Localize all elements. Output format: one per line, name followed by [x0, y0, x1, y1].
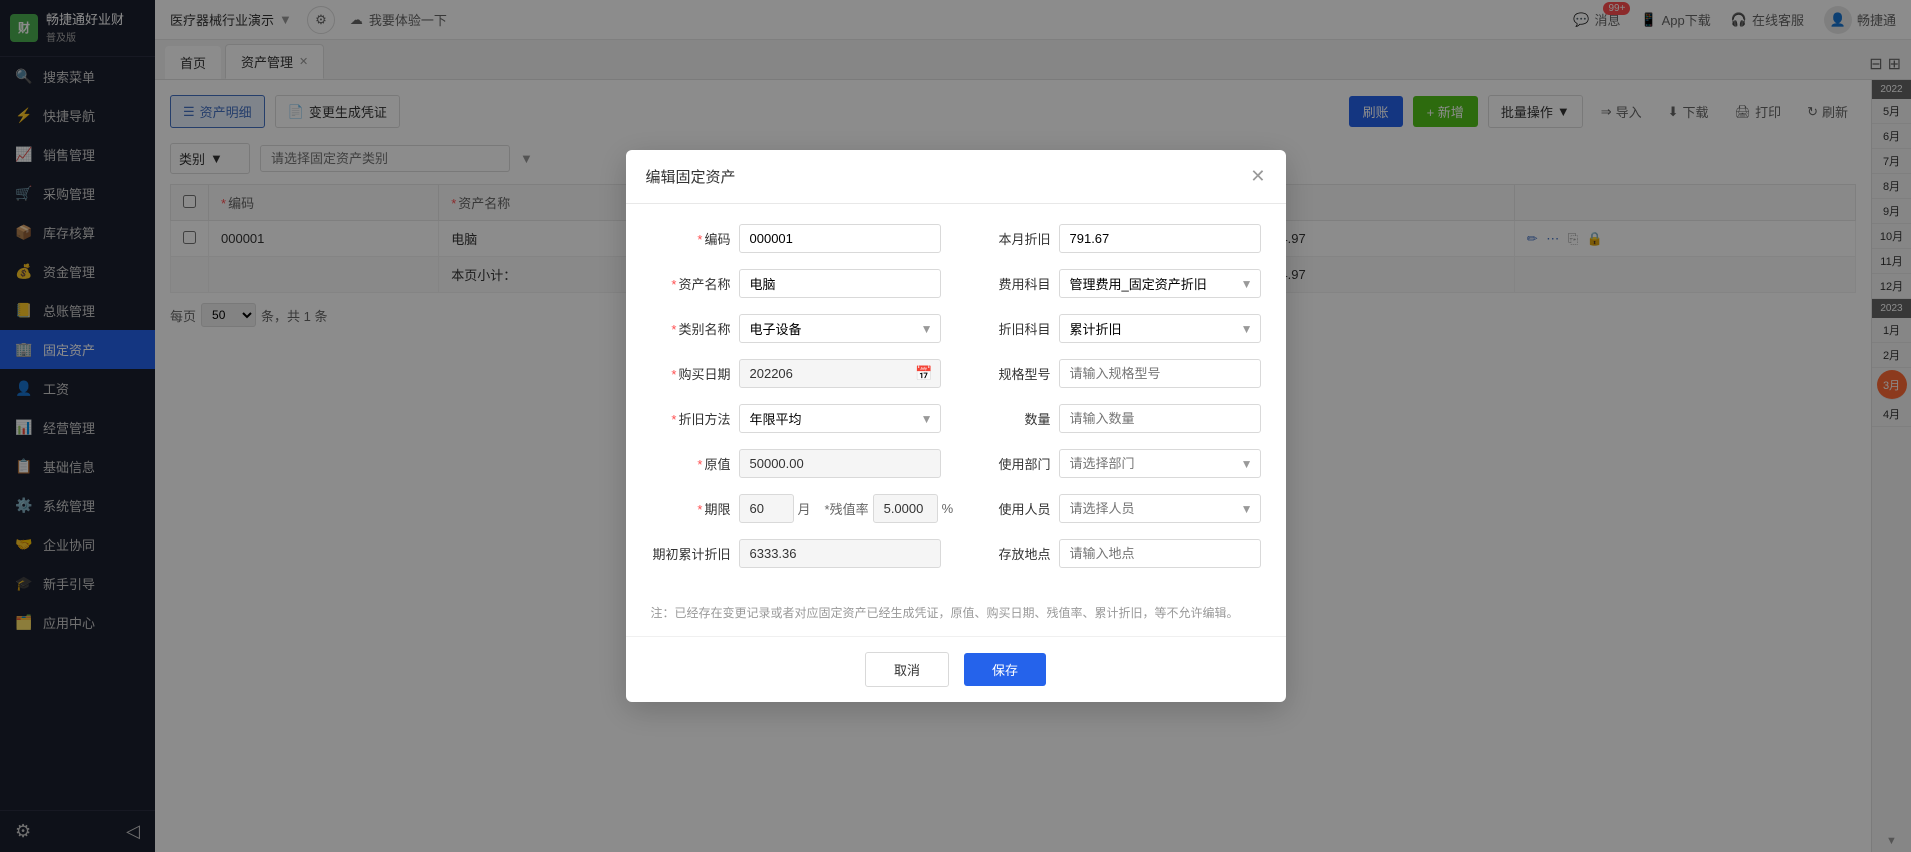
- form-row-name: *资产名称: [651, 269, 941, 298]
- date-input-wrap: 📅: [739, 359, 941, 388]
- dept-select[interactable]: [1059, 449, 1261, 478]
- form-row-person: 使用人员 ▼: [971, 494, 1261, 523]
- modal-body: *编码 *资产名称 *类别名称: [626, 204, 1286, 604]
- form-col-left: *编码 *资产名称 *类别名称: [651, 224, 941, 584]
- form-row-dept: 使用部门 ▼: [971, 449, 1261, 478]
- dept-select-wrap: ▼: [1059, 449, 1261, 478]
- form-col-right: 本月折旧 费用科目 ▼: [971, 224, 1261, 584]
- dep-subject-label: 折旧科目: [971, 319, 1051, 338]
- form-row-location: 存放地点: [971, 539, 1261, 568]
- period-unit: 月: [798, 499, 811, 518]
- form-row-purchase-date: *购买日期 📅: [651, 359, 941, 388]
- initial-dep-input[interactable]: [739, 539, 941, 568]
- modal-note: 注：已经存在变更记录或者对应固定资产已经生成凭证，原值、购买日期、残值率、累计折…: [626, 604, 1286, 636]
- code-label: *编码: [651, 229, 731, 248]
- form-row-dep-subject: 折旧科目 ▼: [971, 314, 1261, 343]
- spec-label: 规格型号: [971, 364, 1051, 383]
- save-button[interactable]: 保存: [964, 653, 1046, 686]
- location-input[interactable]: [1059, 539, 1261, 568]
- dep-subject-select[interactable]: [1059, 314, 1261, 343]
- code-input[interactable]: [739, 224, 941, 253]
- form-row-expense-subject: 费用科目 ▼: [971, 269, 1261, 298]
- quantity-label: 数量: [971, 409, 1051, 428]
- person-label: 使用人员: [971, 499, 1051, 518]
- dep-method-select-wrap: ▼: [739, 404, 941, 433]
- person-select[interactable]: [1059, 494, 1261, 523]
- monthly-dep-label: 本月折旧: [971, 229, 1051, 248]
- form-row-spec: 规格型号: [971, 359, 1261, 388]
- modal-title: 编辑固定资产: [646, 166, 736, 187]
- calendar-icon: 📅: [915, 365, 932, 382]
- original-value-input[interactable]: [739, 449, 941, 478]
- period-input[interactable]: [739, 494, 794, 523]
- modal-overlay: 编辑固定资产 ✕ *编码 *资产名称: [0, 0, 1911, 852]
- cancel-button[interactable]: 取消: [865, 652, 949, 687]
- modal-close-button[interactable]: ✕: [1250, 166, 1265, 187]
- purchase-date-label: *购买日期: [651, 364, 731, 383]
- category-select-wrap: ▼: [739, 314, 941, 343]
- residual-rate-input[interactable]: [873, 494, 938, 523]
- spec-input[interactable]: [1059, 359, 1261, 388]
- dep-method-select[interactable]: [739, 404, 941, 433]
- initial-dep-label: 期初累计折旧: [651, 544, 731, 563]
- expense-subject-select[interactable]: [1059, 269, 1261, 298]
- form-row-quantity: 数量: [971, 404, 1261, 433]
- residual-rate-label: *残值率: [825, 499, 869, 518]
- name-label: *资产名称: [651, 274, 731, 293]
- note-text: 注：已经存在变更记录或者对应固定资产已经生成凭证，原值、购买日期、残值率、累计折…: [651, 606, 1239, 620]
- period-group: 月 *残值率 %: [739, 494, 941, 523]
- form-row-code: *编码: [651, 224, 941, 253]
- dep-subject-wrap: ▼: [1059, 314, 1261, 343]
- category-select[interactable]: [739, 314, 941, 343]
- form-row-period: *期限 月 *残值率 %: [651, 494, 941, 523]
- person-select-wrap: ▼: [1059, 494, 1261, 523]
- expense-subject-label: 费用科目: [971, 274, 1051, 293]
- quantity-input[interactable]: [1059, 404, 1261, 433]
- monthly-dep-input[interactable]: [1059, 224, 1261, 253]
- purchase-date-input[interactable]: [739, 359, 941, 388]
- form-row-monthly-dep: 本月折旧: [971, 224, 1261, 253]
- name-input[interactable]: [739, 269, 941, 298]
- period-label: *期限: [651, 499, 731, 518]
- form-row-dep-method: *折旧方法 ▼: [651, 404, 941, 433]
- modal-header: 编辑固定资产 ✕: [626, 150, 1286, 204]
- location-label: 存放地点: [971, 544, 1051, 563]
- category-name-label: *类别名称: [651, 319, 731, 338]
- original-value-label: *原值: [651, 454, 731, 473]
- dep-method-label: *折旧方法: [651, 409, 731, 428]
- form-row-original-value: *原值: [651, 449, 941, 478]
- expense-subject-wrap: ▼: [1059, 269, 1261, 298]
- edit-asset-modal: 编辑固定资产 ✕ *编码 *资产名称: [626, 150, 1286, 702]
- form-grid: *编码 *资产名称 *类别名称: [651, 224, 1261, 584]
- residual-rate-unit: %: [942, 501, 954, 516]
- form-row-category: *类别名称 ▼: [651, 314, 941, 343]
- modal-footer: 取消 保存: [626, 636, 1286, 702]
- form-row-initial-dep: 期初累计折旧: [651, 539, 941, 568]
- dept-label: 使用部门: [971, 454, 1051, 473]
